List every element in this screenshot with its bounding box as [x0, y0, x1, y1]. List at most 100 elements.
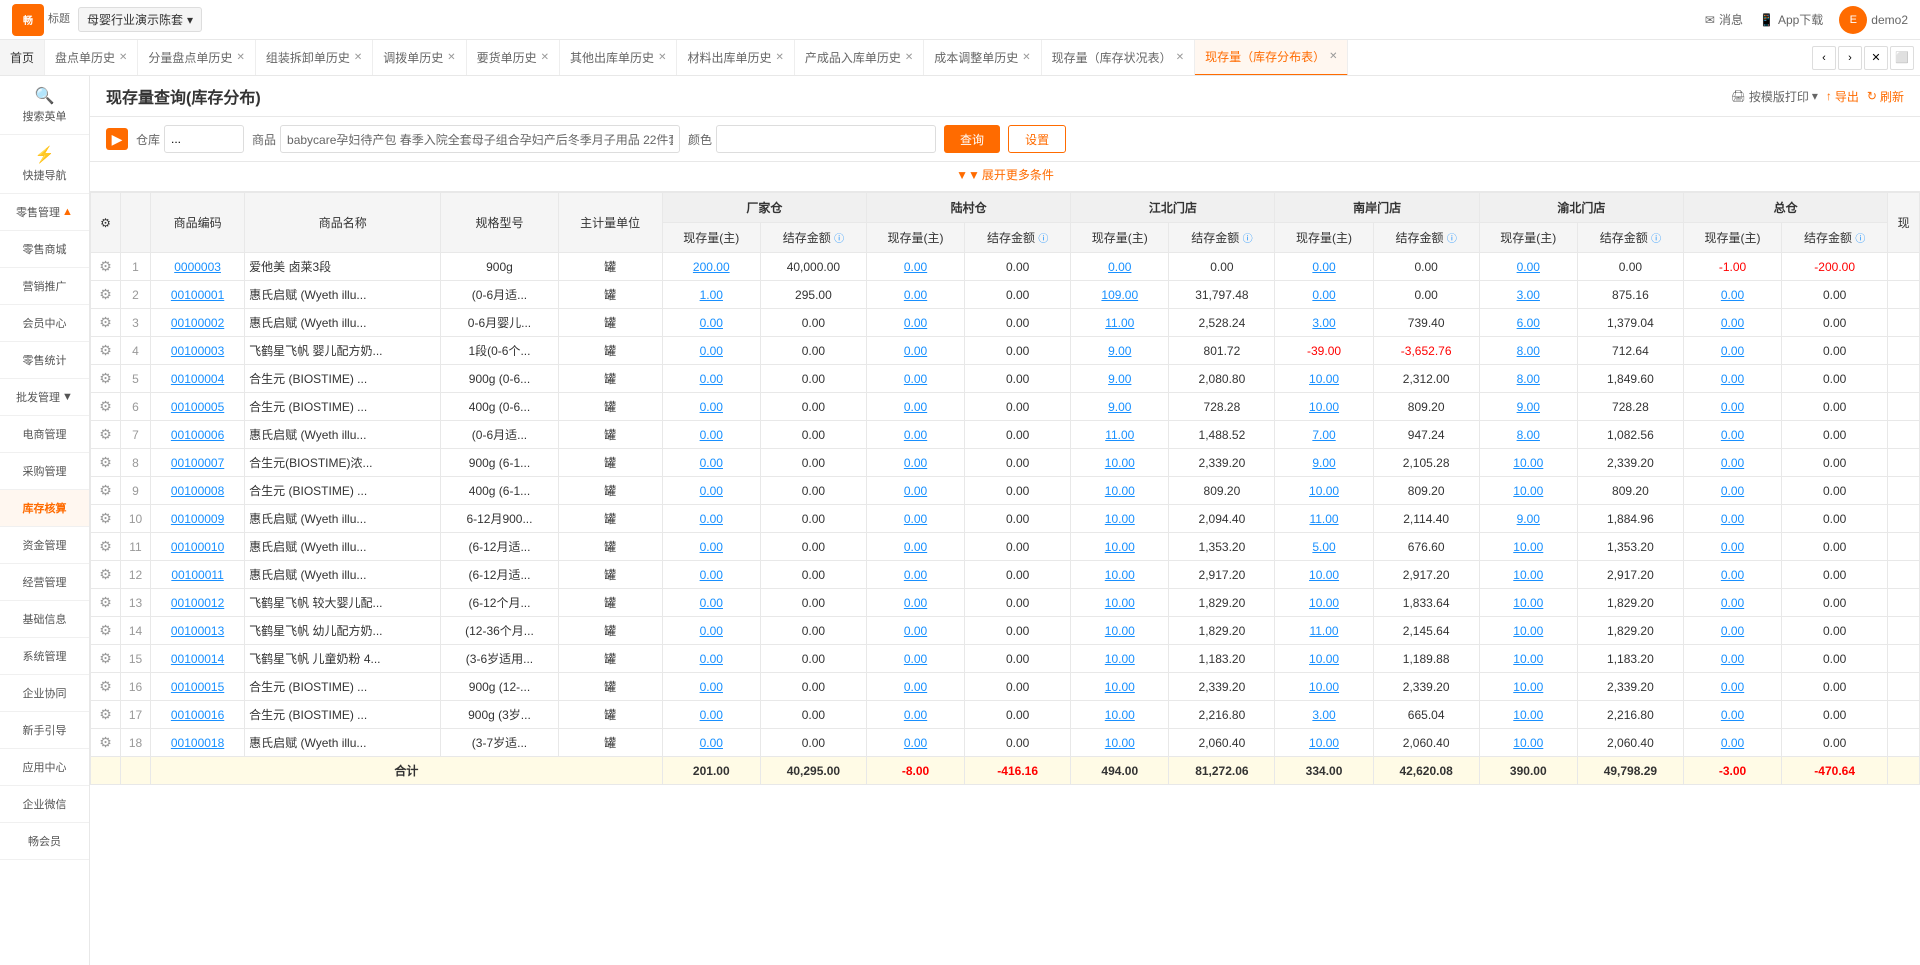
row-zc-qty[interactable]: 0.00 [1683, 281, 1781, 309]
row-code[interactable]: 00100009 [151, 505, 245, 533]
row-cf-qty[interactable]: 0.00 [662, 393, 760, 421]
row-na-qty[interactable]: 10.00 [1275, 561, 1373, 589]
row-gear[interactable]: ⚙ [91, 505, 121, 533]
row-jb-qty[interactable]: 10.00 [1071, 589, 1169, 617]
row-code[interactable]: 00100004 [151, 365, 245, 393]
close-icon[interactable]: ✕ [447, 52, 455, 63]
row-code[interactable]: 00100001 [151, 281, 245, 309]
row-code[interactable]: 00100005 [151, 393, 245, 421]
sidebar-item-app-center[interactable]: 应用中心 [0, 749, 89, 786]
export-btn[interactable]: ↑ 导出 [1826, 88, 1859, 105]
sidebar-item-vip[interactable]: 畅会员 [0, 823, 89, 860]
row-jb-qty[interactable]: 10.00 [1071, 477, 1169, 505]
row-cf-qty[interactable]: 0.00 [662, 365, 760, 393]
row-zc-qty[interactable]: 0.00 [1683, 477, 1781, 505]
tab-stock-dist[interactable]: 现存量（库存分布表）✕ [1195, 40, 1348, 76]
row-jb-qty[interactable]: 10.00 [1071, 673, 1169, 701]
row-cf-qty[interactable]: 0.00 [662, 589, 760, 617]
refresh-btn[interactable]: ↻ 刷新 [1867, 88, 1904, 105]
row-gear[interactable]: ⚙ [91, 253, 121, 281]
row-code[interactable]: 00100002 [151, 309, 245, 337]
row-code[interactable]: 00100015 [151, 673, 245, 701]
row-lc-qty[interactable]: 0.00 [866, 701, 964, 729]
row-na-qty[interactable]: 0.00 [1275, 253, 1373, 281]
row-jb-qty[interactable]: 10.00 [1071, 701, 1169, 729]
row-na-qty[interactable]: 10.00 [1275, 365, 1373, 393]
row-gear[interactable]: ⚙ [91, 645, 121, 673]
tab-home[interactable]: 首页 [0, 40, 45, 76]
sidebar-item-retail-mgmt[interactable]: 零售管理 ▲ [0, 194, 89, 231]
row-code[interactable]: 00100016 [151, 701, 245, 729]
tab-inventory-check[interactable]: 盘点单历史 ✕ [45, 40, 138, 76]
row-yb-qty[interactable]: 8.00 [1479, 421, 1577, 449]
row-lc-qty[interactable]: 0.00 [866, 729, 964, 757]
row-zc-qty[interactable]: 0.00 [1683, 617, 1781, 645]
row-lc-qty[interactable]: 0.00 [866, 617, 964, 645]
row-gear[interactable]: ⚙ [91, 337, 121, 365]
close-icon[interactable]: ✕ [541, 52, 549, 63]
row-yb-qty[interactable]: 10.00 [1479, 589, 1577, 617]
row-code[interactable]: 00100011 [151, 561, 245, 589]
row-code[interactable]: 00100010 [151, 533, 245, 561]
row-code[interactable]: 00100008 [151, 477, 245, 505]
row-code[interactable]: 00100003 [151, 337, 245, 365]
row-yb-qty[interactable]: 9.00 [1479, 393, 1577, 421]
gear-icon[interactable]: ⚙ [100, 216, 111, 230]
row-yb-qty[interactable]: 3.00 [1479, 281, 1577, 309]
row-zc-qty[interactable]: 0.00 [1683, 337, 1781, 365]
row-yb-qty[interactable]: 10.00 [1479, 701, 1577, 729]
row-yb-qty[interactable]: 10.00 [1479, 645, 1577, 673]
sidebar-item-marketing[interactable]: 营销推广 [0, 268, 89, 305]
tab-close-btn[interactable]: ✕ [1864, 46, 1888, 70]
sidebar-item-ecommerce[interactable]: 电商管理 [0, 416, 89, 453]
row-lc-qty[interactable]: 0.00 [866, 337, 964, 365]
tab-assembly[interactable]: 组装拆卸单历史 ✕ [256, 40, 373, 76]
row-jb-qty[interactable]: 10.00 [1071, 561, 1169, 589]
row-na-qty[interactable]: 10.00 [1275, 477, 1373, 505]
row-yb-qty[interactable]: 10.00 [1479, 477, 1577, 505]
row-yb-qty[interactable]: 8.00 [1479, 337, 1577, 365]
row-yb-qty[interactable]: 0.00 [1479, 253, 1577, 281]
sidebar-item-wholesale[interactable]: 批发管理 ▼ [0, 379, 89, 416]
row-yb-qty[interactable]: 10.00 [1479, 617, 1577, 645]
tab-transfer[interactable]: 调拨单历史 ✕ [373, 40, 466, 76]
row-zc-qty[interactable]: 0.00 [1683, 309, 1781, 337]
row-lc-qty[interactable]: 0.00 [866, 281, 964, 309]
row-cf-qty[interactable]: 0.00 [662, 421, 760, 449]
row-cf-qty[interactable]: 1.00 [662, 281, 760, 309]
sidebar-item-guide[interactable]: 新手引导 [0, 712, 89, 749]
row-jb-qty[interactable]: 10.00 [1071, 729, 1169, 757]
tab-material-out[interactable]: 材料出库单历史 ✕ [677, 40, 794, 76]
message-btn[interactable]: ✉ 消息 [1705, 11, 1743, 28]
sidebar-item-collab[interactable]: 企业协同 [0, 675, 89, 712]
row-lc-qty[interactable]: 0.00 [866, 645, 964, 673]
close-icon[interactable]: ✕ [1329, 51, 1337, 62]
row-cf-qty[interactable]: 0.00 [662, 729, 760, 757]
row-jb-qty[interactable]: 10.00 [1071, 617, 1169, 645]
row-gear[interactable]: ⚙ [91, 281, 121, 309]
setting-btn[interactable]: 设置 [1008, 125, 1066, 153]
row-lc-qty[interactable]: 0.00 [866, 393, 964, 421]
sidebar-item-inventory[interactable]: 库存核算 [0, 490, 89, 527]
goods-input[interactable] [280, 125, 680, 153]
row-jb-qty[interactable]: 10.00 [1071, 645, 1169, 673]
row-code[interactable]: 00100014 [151, 645, 245, 673]
tab-product-in[interactable]: 产成品入库单历史 ✕ [795, 40, 924, 76]
row-na-qty[interactable]: 5.00 [1275, 533, 1373, 561]
close-icon[interactable]: ✕ [905, 52, 913, 63]
row-jb-qty[interactable]: 11.00 [1071, 309, 1169, 337]
row-cf-qty[interactable]: 0.00 [662, 673, 760, 701]
row-gear[interactable]: ⚙ [91, 589, 121, 617]
row-lc-qty[interactable]: 0.00 [866, 365, 964, 393]
row-cf-qty[interactable]: 0.00 [662, 449, 760, 477]
print-btn[interactable]: 🖨 按模版打印 ▾ [1731, 88, 1818, 105]
row-cf-qty[interactable]: 0.00 [662, 617, 760, 645]
row-cf-qty[interactable]: 0.00 [662, 477, 760, 505]
row-na-qty[interactable]: 11.00 [1275, 617, 1373, 645]
sidebar-item-purchase[interactable]: 采购管理 [0, 453, 89, 490]
row-na-qty[interactable]: 3.00 [1275, 309, 1373, 337]
row-yb-qty[interactable]: 10.00 [1479, 561, 1577, 589]
row-yb-qty[interactable]: 6.00 [1479, 309, 1577, 337]
row-jb-qty[interactable]: 9.00 [1071, 365, 1169, 393]
row-code[interactable]: 00100012 [151, 589, 245, 617]
